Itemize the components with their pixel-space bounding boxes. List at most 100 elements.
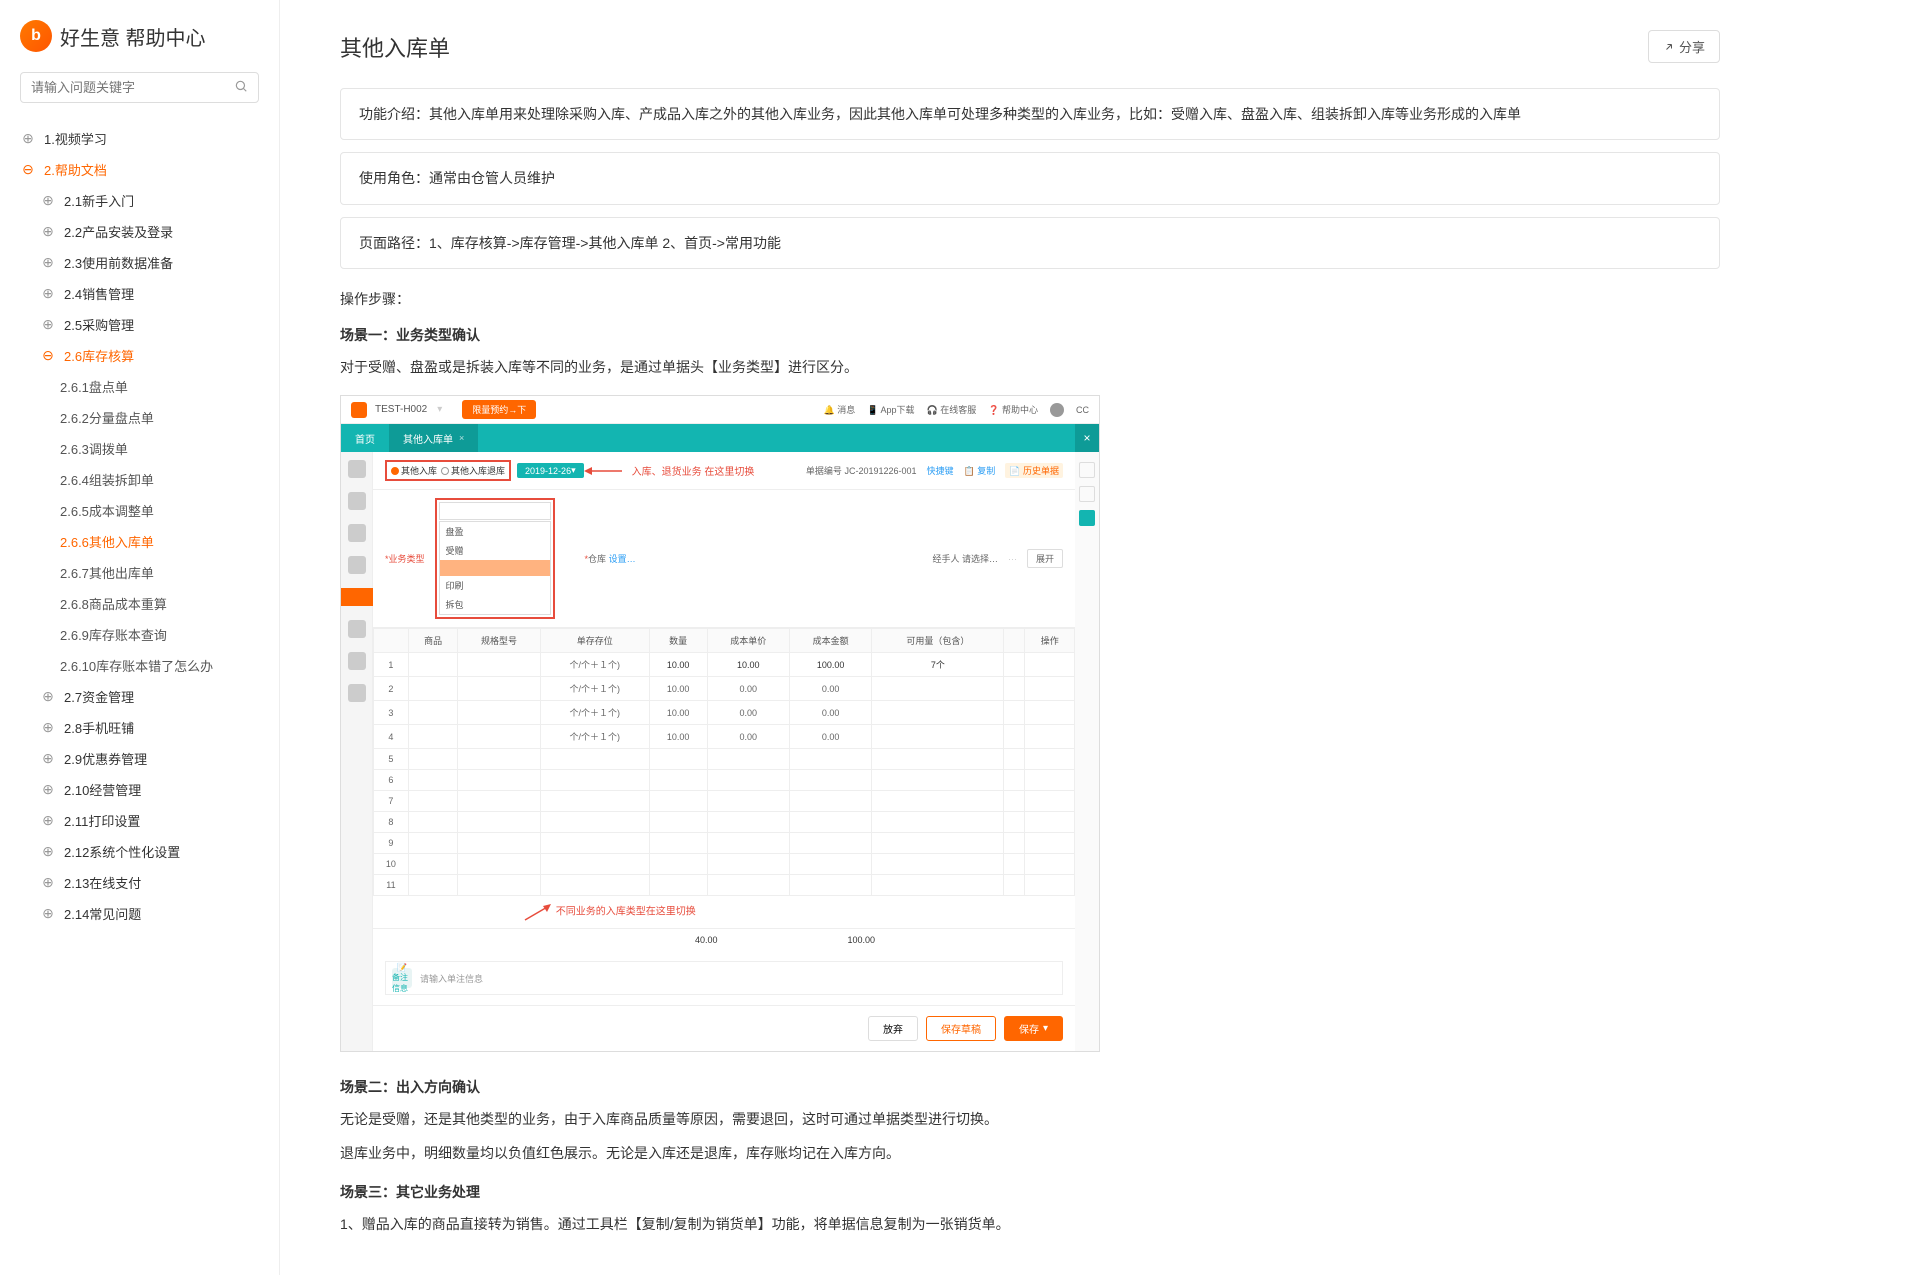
table-row[interactable]: 9 [374, 833, 1075, 854]
table-row[interactable]: 10 [374, 854, 1075, 875]
nav-label: 2.9优惠券管理 [64, 749, 147, 768]
nav-item[interactable]: 1.视频学习 [20, 123, 259, 154]
nav-item[interactable]: 2.6库存核算 [20, 340, 259, 371]
ss-nav-icon[interactable] [348, 556, 366, 574]
ss-support-link[interactable]: 🎧 在线客服 [927, 403, 977, 416]
nav-item[interactable]: 2.13在线支付 [20, 867, 259, 898]
table-row[interactable]: 7 [374, 791, 1075, 812]
ss-help-link[interactable]: ❓ 帮助中心 [988, 403, 1038, 416]
ss-upgrade-button[interactable]: 限量预约→下 [462, 400, 536, 419]
nav-item[interactable]: 2.5采购管理 [20, 309, 259, 340]
ss-discard-button[interactable]: 放弃 [868, 1016, 918, 1041]
close-icon[interactable]: × [459, 433, 464, 443]
table-row[interactable]: 3个/个＋１个)10.000.000.00 [374, 701, 1075, 725]
nav-item[interactable]: 2.2产品安装及登录 [20, 216, 259, 247]
nav-item[interactable]: 2.4销售管理 [20, 278, 259, 309]
nav-item[interactable]: 2.帮助文档 [20, 154, 259, 185]
nav-item[interactable]: 2.6.7其他出库单 [20, 557, 259, 588]
table-row[interactable]: 2个/个＋１个)10.000.000.00 [374, 677, 1075, 701]
nav-item[interactable]: 2.12系统个性化设置 [20, 836, 259, 867]
ss-date-badge[interactable]: 2019-12-26 ▾ [517, 463, 584, 478]
nav-item[interactable]: 2.6.1盘点单 [20, 371, 259, 402]
ss-nav-icon[interactable] [341, 588, 373, 606]
dropdown-item[interactable] [440, 560, 550, 576]
ss-msg-link[interactable]: 🔔 消息 [824, 403, 856, 416]
nav-item[interactable]: 2.11打印设置 [20, 805, 259, 836]
nav-label: 2.6.9库存账本查询 [60, 625, 167, 644]
nav-item[interactable]: 2.8手机旺铺 [20, 712, 259, 743]
plus-icon [40, 255, 56, 271]
chevron-down-icon: ▾ [1043, 1023, 1048, 1034]
ss-app-link[interactable]: 📱 App下载 [867, 403, 914, 416]
nav-item[interactable]: 2.14常见问题 [20, 898, 259, 929]
minus-icon [20, 162, 36, 178]
nav-item[interactable]: 2.6.4组装拆卸单 [20, 464, 259, 495]
dropdown-item[interactable]: 印刷 [440, 576, 550, 595]
ss-nav-icon[interactable] [348, 620, 366, 638]
ss-expand-button[interactable]: 展开 [1027, 549, 1063, 568]
ss-biztype-dropdown[interactable]: 盘盈受赠 印刷拆包 [435, 498, 555, 619]
table-row[interactable]: 6 [374, 770, 1075, 791]
plus-icon [20, 131, 36, 147]
table-row[interactable]: 11 [374, 875, 1075, 896]
ss-tab-inbound[interactable]: 其他入库单× [389, 424, 478, 452]
nav-label: 2.2产品安装及登录 [64, 222, 173, 241]
nav-item[interactable]: 2.6.8商品成本重算 [20, 588, 259, 619]
ss-avatar-icon[interactable] [1050, 403, 1064, 417]
nav-label: 2.11打印设置 [64, 811, 140, 830]
table-row[interactable]: 5 [374, 749, 1075, 770]
nav-label: 2.6.8商品成本重算 [60, 594, 167, 613]
dropdown-item[interactable]: 盘盈 [440, 522, 550, 541]
ss-radio-inbound[interactable]: 其他入库 [391, 464, 437, 477]
search-box[interactable] [20, 72, 259, 103]
nav-item[interactable]: 2.7资金管理 [20, 681, 259, 712]
ss-radio-return[interactable]: 其他入库退库 [441, 464, 505, 477]
path-box: 页面路径：1、库存核算->库存管理->其他入库单 2、首页->常用功能 [340, 217, 1720, 269]
ss-remark-box[interactable]: 📝备注信息 请输入单注信息 [385, 961, 1063, 995]
nav-item[interactable]: 2.6.3调拨单 [20, 433, 259, 464]
nav-label: 1.视频学习 [44, 129, 107, 148]
minus-icon [40, 348, 56, 364]
search-input[interactable] [31, 80, 234, 95]
plus-icon [40, 751, 56, 767]
nav-label: 2.10经营管理 [64, 780, 141, 799]
ss-savedraft-button[interactable]: 保存草稿 [926, 1016, 996, 1041]
ss-nav-icon[interactable] [348, 652, 366, 670]
dropdown-item[interactable]: 拆包 [440, 595, 550, 614]
table-row[interactable]: 4个/个＋１个)10.000.000.00 [374, 725, 1075, 749]
ss-totals: 40.00 100.00 [373, 928, 1075, 951]
plus-icon [40, 906, 56, 922]
ss-tool-icon[interactable] [1079, 462, 1095, 478]
nav-item[interactable]: 2.6.9库存账本查询 [20, 619, 259, 650]
site-logo[interactable]: b 好生意 帮助中心 [20, 20, 259, 52]
nav-item[interactable]: 2.6.5成本调整单 [20, 495, 259, 526]
table-row[interactable]: 1个/个＋１个)10.0010.00100.007个 [374, 653, 1075, 677]
ss-save-button[interactable]: 保存 ▾ [1004, 1016, 1063, 1041]
share-button[interactable]: 分享 [1648, 30, 1720, 63]
scene2-text2: 退库业务中，明细数量均以负值红色展示。无论是入库还是退库，库存账均记在入库方向。 [340, 1141, 1720, 1166]
ss-history-link[interactable]: 📄 历史单据 [1005, 463, 1063, 478]
nav-item[interactable]: 2.9优惠券管理 [20, 743, 259, 774]
ss-nav-icon[interactable] [348, 524, 366, 542]
ss-tabbar-close-icon[interactable]: × [1075, 424, 1099, 452]
nav-item[interactable]: 2.6.2分量盘点单 [20, 402, 259, 433]
scene2-title: 场景二：出入方向确认 [340, 1077, 1720, 1097]
ss-tab-home[interactable]: 首页 [341, 424, 389, 452]
nav-item[interactable]: 2.6.10库存账本错了怎么办 [20, 650, 259, 681]
ss-nav-icon[interactable] [348, 460, 366, 478]
ss-tool-icon[interactable] [1079, 486, 1095, 502]
ss-rightbar [1075, 452, 1099, 1051]
ss-nav-icon[interactable] [348, 492, 366, 510]
nav-item[interactable]: 2.1新手入门 [20, 185, 259, 216]
nav-item[interactable]: 2.6.6其他入库单 [20, 526, 259, 557]
search-icon[interactable] [234, 79, 248, 96]
nav-item[interactable]: 2.3使用前数据准备 [20, 247, 259, 278]
ss-tool-icon[interactable] [1079, 510, 1095, 526]
nav-item[interactable]: 2.10经营管理 [20, 774, 259, 805]
dropdown-item[interactable]: 受赠 [440, 541, 550, 560]
table-row[interactable]: 8 [374, 812, 1075, 833]
ss-copy-link[interactable]: 📋 复制 [964, 464, 996, 477]
ss-logo-icon [351, 402, 367, 418]
ss-shortcut-link[interactable]: 快捷键 [927, 464, 954, 477]
ss-nav-icon[interactable] [348, 684, 366, 702]
